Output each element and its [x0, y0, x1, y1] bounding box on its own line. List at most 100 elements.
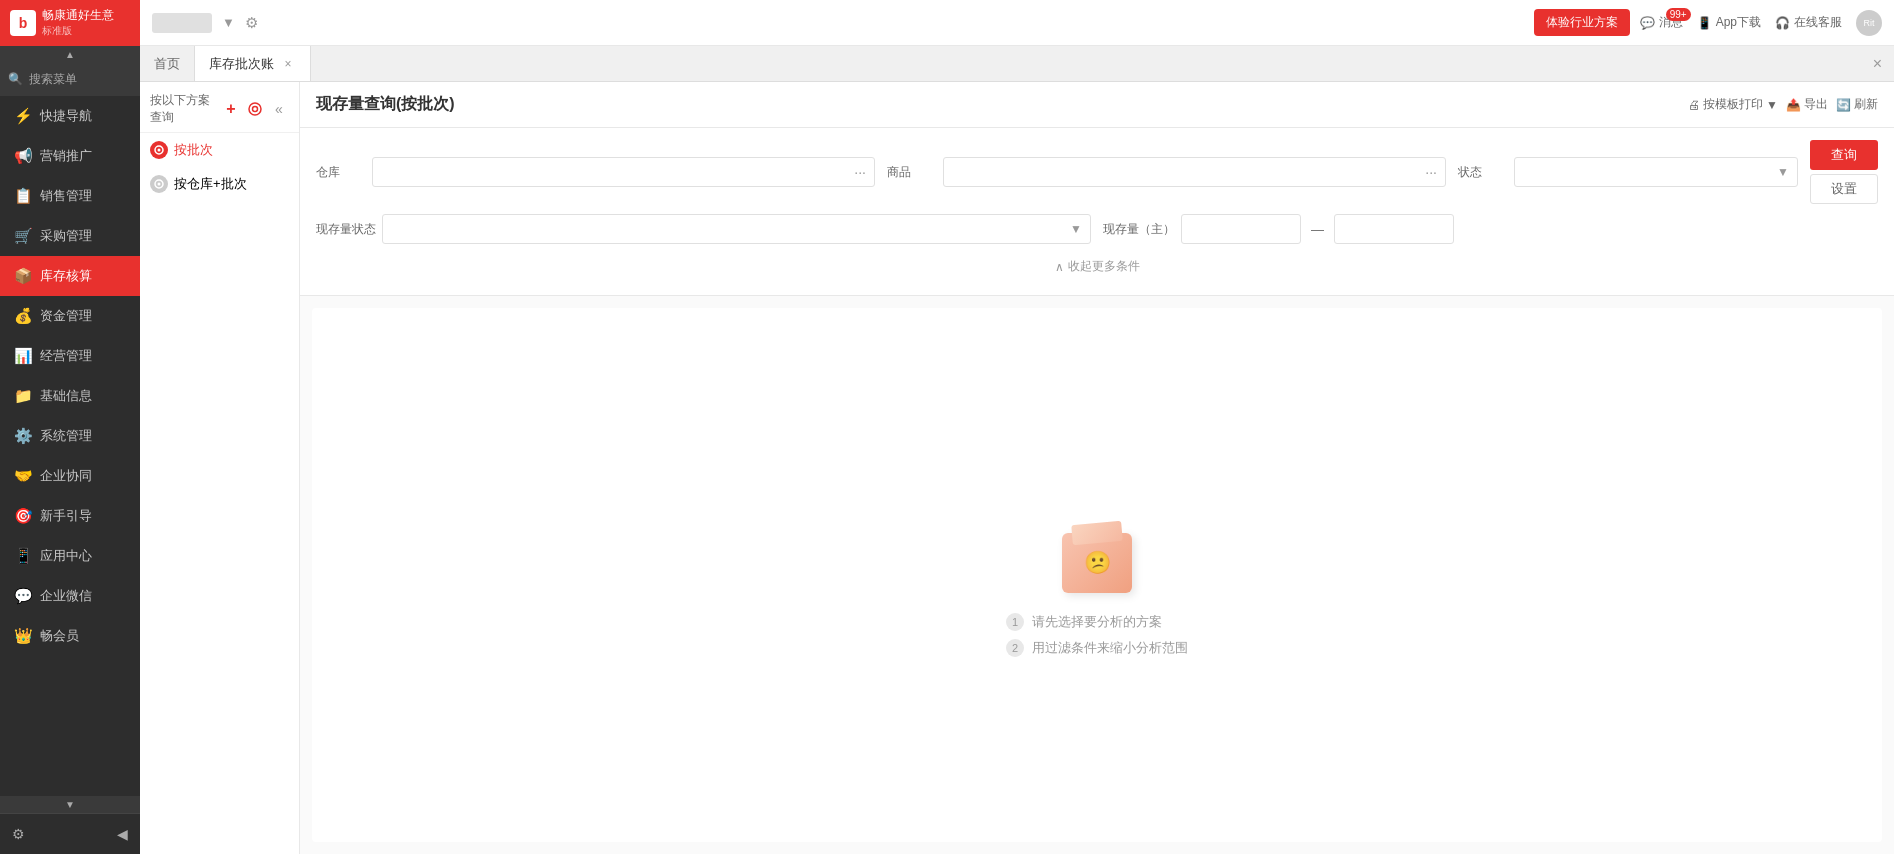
- sidebar-label: 销售管理: [40, 187, 92, 205]
- query-button[interactable]: 查询: [1810, 140, 1878, 170]
- warehouse-label: 仓库: [316, 164, 366, 181]
- content-area: 按以下方案查询 + « 按批次: [140, 82, 1894, 854]
- collapse-label: 收起更多条件: [1068, 258, 1140, 275]
- sidebar-search[interactable]: 🔍 搜索菜单: [0, 63, 140, 96]
- app-download-action[interactable]: 📱 App下载: [1697, 14, 1761, 31]
- warehouse-more-icon: ···: [854, 164, 866, 180]
- print-chevron: ▼: [1766, 98, 1778, 112]
- scheme-collapse-btn[interactable]: «: [269, 99, 289, 119]
- tip-text-2: 用过滤条件来缩小分析范围: [1032, 639, 1188, 657]
- print-icon: 🖨: [1688, 98, 1700, 112]
- status-select[interactable]: ▼: [1514, 157, 1798, 187]
- sidebar-item-basic[interactable]: 📁 基础信息: [0, 376, 140, 416]
- scroll-down-arrow[interactable]: ▼: [0, 796, 140, 813]
- refresh-btn[interactable]: 🔄 刷新: [1836, 96, 1878, 113]
- scheme-icon-batch: [150, 141, 168, 159]
- sidebar-label: 企业微信: [40, 587, 92, 605]
- quick-nav-icon: ⚡: [14, 107, 32, 125]
- sidebar-label: 采购管理: [40, 227, 92, 245]
- sidebar-label: 企业协同: [40, 467, 92, 485]
- sidebar-item-sales[interactable]: 📋 销售管理: [0, 176, 140, 216]
- sidebar-item-operations[interactable]: 📊 经营管理: [0, 336, 140, 376]
- product-input[interactable]: ···: [943, 157, 1446, 187]
- sidebar-item-inventory[interactable]: 📦 库存核算: [0, 256, 140, 296]
- tab-home[interactable]: 首页: [140, 46, 195, 81]
- product-field: 商品 ···: [887, 157, 1446, 187]
- user-avatar-action[interactable]: Rit: [1856, 10, 1882, 36]
- stock-status-field: 现存量状态 ▼: [316, 214, 1091, 244]
- avatar: Rit: [1856, 10, 1882, 36]
- empty-char: 😕: [1084, 550, 1111, 576]
- message-icon: 💬: [1640, 16, 1655, 30]
- svg-point-1: [253, 107, 258, 112]
- tab-inventory-batch[interactable]: 库存批次账 ×: [195, 46, 311, 81]
- sidebar-nav: ⚡ 快捷导航 📢 营销推广 📋 销售管理 🛒 采购管理 📦 库存核算 💰 资金管…: [0, 96, 140, 796]
- sidebar-item-guide[interactable]: 🎯 新手引导: [0, 496, 140, 536]
- topbar: ▼ ⚙ 体验行业方案 💬 消息 99+ 📱 App下载 🎧 在线客服 Rit: [140, 0, 1894, 46]
- chevron-down-icon[interactable]: ▼: [222, 15, 235, 30]
- app-name-block: 畅康通好生意 标准版: [42, 8, 114, 38]
- tabbar: 首页 库存批次账 × ×: [140, 46, 1894, 82]
- sidebar-item-marketing[interactable]: 📢 营销推广: [0, 136, 140, 176]
- sidebar-item-wechat[interactable]: 💬 企业微信: [0, 576, 140, 616]
- scheme-header-actions: + «: [221, 99, 289, 119]
- finance-icon: 💰: [14, 307, 32, 325]
- sidebar-item-enterprise[interactable]: 🤝 企业协同: [0, 456, 140, 496]
- operations-icon: 📊: [14, 347, 32, 365]
- messages-badge: 99+: [1666, 8, 1691, 21]
- sidebar-item-member[interactable]: 👑 畅会员: [0, 616, 140, 656]
- guide-icon: 🎯: [14, 507, 32, 525]
- panel-close-btn[interactable]: ×: [1861, 55, 1894, 73]
- stock-main-min[interactable]: [1181, 214, 1301, 244]
- scheme-header: 按以下方案查询 + «: [140, 82, 299, 133]
- scheme-item-by-batch[interactable]: 按批次: [140, 133, 299, 167]
- gear-icon[interactable]: ⚙: [245, 14, 258, 32]
- wechat-icon: 💬: [14, 587, 32, 605]
- sidebar-item-system[interactable]: ⚙️ 系统管理: [0, 416, 140, 456]
- sidebar-label: 经营管理: [40, 347, 92, 365]
- sidebar-collapse-btn[interactable]: ◀: [113, 822, 132, 846]
- scheme-header-label: 按以下方案查询: [150, 92, 221, 126]
- scroll-up-arrow[interactable]: ▲: [0, 46, 140, 63]
- export-icon: 📤: [1786, 98, 1801, 112]
- collapse-more-btn[interactable]: ∧ 收起更多条件: [316, 254, 1878, 283]
- tip-num-1: 1: [1006, 613, 1024, 631]
- sidebar: b 畅康通好生意 标准版 ▲ 🔍 搜索菜单 ⚡ 快捷导航 📢 营销推广 📋 销售…: [0, 0, 140, 854]
- messages-action[interactable]: 💬 消息 99+: [1640, 14, 1683, 31]
- print-btn[interactable]: 🖨 按模板打印 ▼: [1688, 96, 1778, 113]
- scheme-settings-btn[interactable]: [245, 99, 265, 119]
- status-label: 状态: [1458, 164, 1508, 181]
- empty-box: 😕: [1062, 533, 1132, 593]
- empty-tip-2: 2 用过滤条件来缩小分析范围: [1006, 639, 1188, 657]
- scheme-item-by-warehouse-batch[interactable]: 按仓库+批次: [140, 167, 299, 201]
- sidebar-item-purchase[interactable]: 🛒 采购管理: [0, 216, 140, 256]
- tip-text-1: 请先选择要分析的方案: [1032, 613, 1162, 631]
- product-more-icon: ···: [1425, 164, 1437, 180]
- filter-row-2: 现存量状态 ▼ 现存量（主） —: [316, 214, 1878, 244]
- scheme-icon-warehouse: [150, 175, 168, 193]
- tab-close-btn[interactable]: ×: [280, 56, 296, 72]
- sidebar-label: 应用中心: [40, 547, 92, 565]
- page-header: 现存量查询(按批次) 🖨 按模板打印 ▼ 📤 导出 🔄 刷新: [300, 82, 1894, 128]
- sidebar-item-quick-nav[interactable]: ⚡ 快捷导航: [0, 96, 140, 136]
- purchase-icon: 🛒: [14, 227, 32, 245]
- scheme-add-btn[interactable]: +: [221, 99, 241, 119]
- sidebar-settings-btn[interactable]: ⚙: [8, 822, 29, 846]
- sidebar-item-apps[interactable]: 📱 应用中心: [0, 536, 140, 576]
- app-logo: b: [10, 10, 36, 36]
- settings-button[interactable]: 设置: [1810, 174, 1878, 204]
- warehouse-input[interactable]: ···: [372, 157, 875, 187]
- product-label: 商品: [887, 164, 937, 181]
- stock-main-max[interactable]: [1334, 214, 1454, 244]
- online-service-action[interactable]: 🎧 在线客服: [1775, 14, 1842, 31]
- stock-separator: —: [1307, 222, 1328, 237]
- stock-main-label: 现存量（主）: [1103, 221, 1175, 238]
- svg-point-0: [249, 103, 261, 115]
- empty-state: 😕 1 请先选择要分析的方案 2 用过滤条件来缩小分析范围: [312, 308, 1882, 842]
- sidebar-item-finance[interactable]: 💰 资金管理: [0, 296, 140, 336]
- experience-btn[interactable]: 体验行业方案: [1534, 9, 1630, 36]
- empty-illustration: 😕: [1047, 493, 1147, 593]
- stock-status-select[interactable]: ▼: [382, 214, 1091, 244]
- page-title: 现存量查询(按批次): [316, 94, 455, 127]
- export-btn[interactable]: 📤 导出: [1786, 96, 1828, 113]
